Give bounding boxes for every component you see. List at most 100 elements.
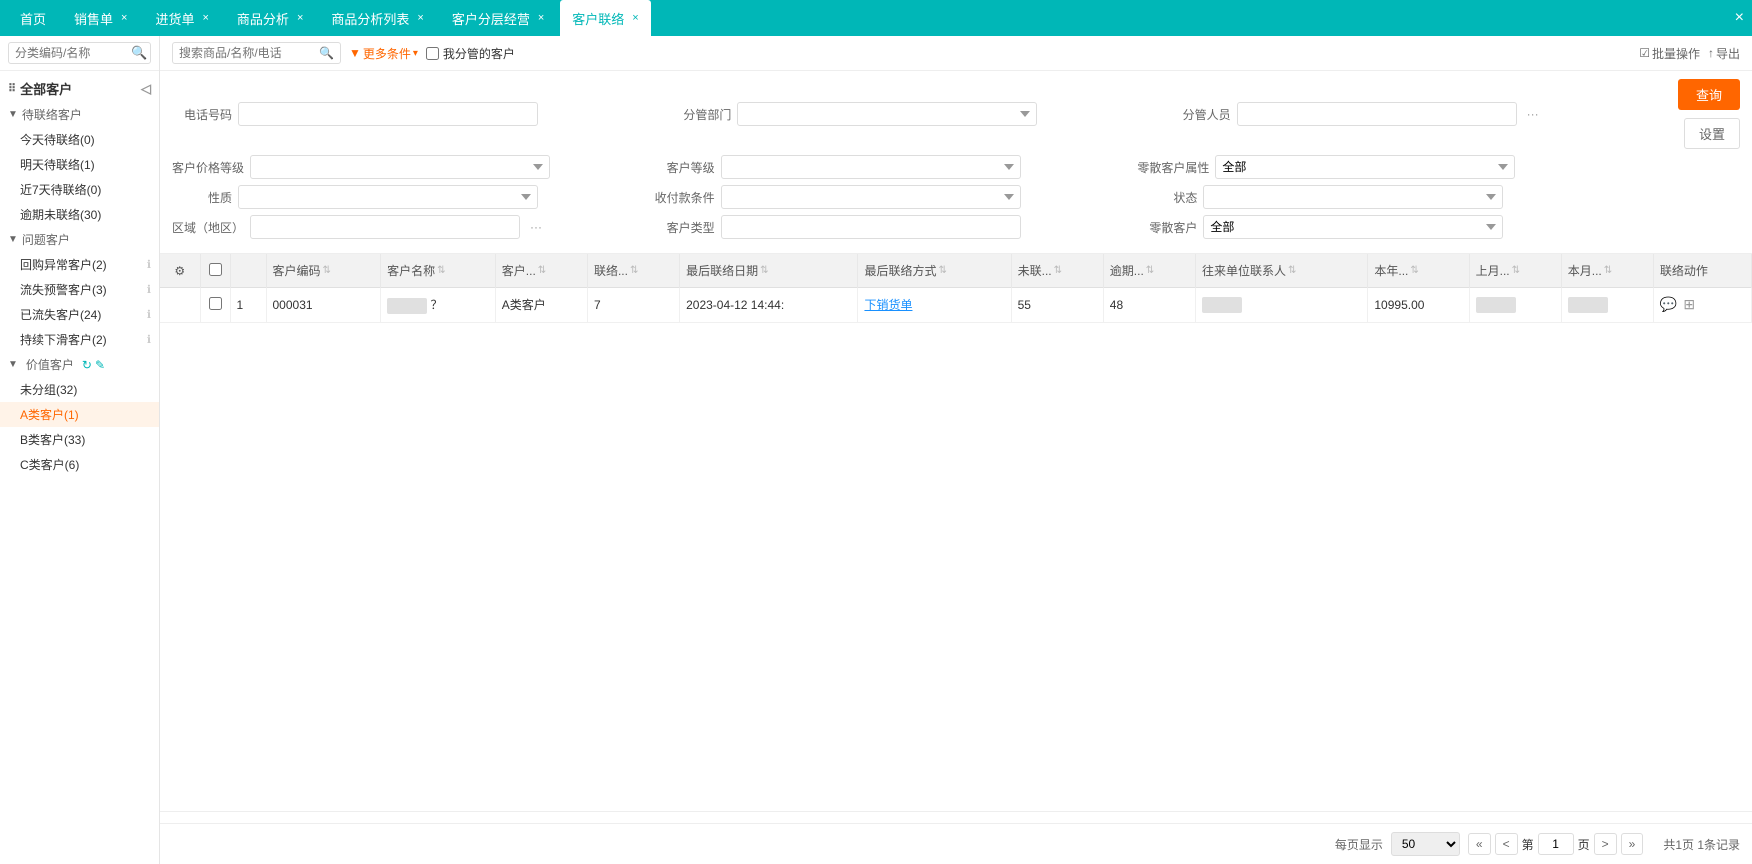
close-purchase-tab[interactable]: × (202, 12, 208, 24)
page-label: 第 (1522, 836, 1534, 853)
sidebar-item-class-c[interactable]: C类客户(6) (0, 452, 159, 477)
edit-group-icon[interactable]: ✎ (95, 358, 105, 372)
close-goods-analysis-list-tab[interactable]: × (417, 12, 423, 24)
manager-more-dots[interactable]: ··· (1523, 107, 1543, 121)
my-customers-check[interactable] (426, 47, 439, 60)
export-button[interactable]: ↑ 导出 (1708, 45, 1740, 62)
col-check-header (200, 254, 230, 288)
sidebar-item-7days-pending[interactable]: 近7天待联络(0) (0, 177, 159, 202)
next-page-button[interactable]: > (1594, 833, 1617, 855)
col-overdue[interactable]: 逾期...⇅ (1103, 254, 1195, 288)
sidebar-item-ungrouped[interactable]: 未分组(32) (0, 377, 159, 402)
refresh-icon[interactable]: ↻ (82, 358, 92, 372)
first-page-button[interactable]: « (1468, 833, 1491, 855)
filter-row-3: 性质 收付款条件 状态 (172, 185, 1740, 209)
col-code[interactable]: 客户编码⇅ (266, 254, 381, 288)
sidebar-search-input[interactable] (8, 42, 151, 64)
close-sales-tab[interactable]: × (121, 12, 127, 24)
query-button[interactable]: 查询 (1678, 79, 1740, 110)
col-unit-contacts[interactable]: 往来单位联系人⇅ (1195, 254, 1367, 288)
sort-this-year: ⇅ (1410, 265, 1418, 276)
sidebar-item-tomorrow-pending[interactable]: 明天待联络(1) (0, 152, 159, 177)
data-table-container: ⚙ 客户编码⇅ 客户名称⇅ 客户...⇅ (160, 254, 1752, 811)
col-rownum (230, 254, 266, 288)
manager-input[interactable] (1237, 102, 1517, 126)
prev-page-button[interactable]: < (1495, 833, 1518, 855)
dept-select[interactable] (737, 102, 1037, 126)
tab-customer-contact[interactable]: 客户联络 × (560, 0, 650, 36)
payment-terms-select[interactable] (721, 185, 1021, 209)
col-settings[interactable]: ⚙ (160, 254, 200, 288)
col-not-contact[interactable]: 未联...⇅ (1011, 254, 1103, 288)
sidebar-item-declining[interactable]: 持续下滑客户(2) ℹ (0, 327, 159, 352)
search-input[interactable] (179, 46, 319, 60)
filter-row-2: 客户价格等级 客户等级 零散客户属性 全部 (172, 155, 1740, 179)
tab-purchase[interactable]: 进货单 × (143, 0, 220, 36)
col-contacts[interactable]: 联络...⇅ (587, 254, 679, 288)
status-select[interactable] (1203, 185, 1503, 209)
tab-customer-tier[interactable]: 客户分层经营 × (440, 0, 556, 36)
col-last-contact-date[interactable]: 最后联络日期⇅ (680, 254, 858, 288)
col-last-contact-method[interactable]: 最后联络方式⇅ (858, 254, 1011, 288)
page-number-input[interactable] (1538, 833, 1574, 855)
group-value-customers[interactable]: ▼ 价值客户 ↻ ✎ (0, 352, 159, 377)
customer-tier-select[interactable] (721, 155, 1021, 179)
filter-row-1: 电话号码 分管部门 分管人员 ··· 查询 设置 (172, 79, 1740, 149)
customer-type-input[interactable] (721, 215, 1021, 239)
sidebar: 🔍 ⠿ 全部客户 ◁ ▼ 待联络客户 今天待联络(0) 明天待联络(1) 近7天… (0, 36, 160, 864)
sort-code: ⇅ (323, 265, 331, 276)
col-name[interactable]: 客户名称⇅ (381, 254, 496, 288)
search-button[interactable]: 🔍 (319, 46, 334, 60)
grid-action-icon[interactable]: ⊞ (1683, 296, 1695, 313)
per-page-select[interactable]: 2050100 (1391, 832, 1460, 856)
export-icon: ↑ (1708, 46, 1714, 60)
price-tier-select[interactable] (250, 155, 550, 179)
sidebar-item-churn-warning[interactable]: 流失预警客户(3) ℹ (0, 277, 159, 302)
close-all-button[interactable]: × (1735, 9, 1744, 27)
group-problem-customers[interactable]: ▼ 问题客户 (0, 227, 159, 252)
phone-input[interactable] (238, 102, 538, 126)
sidebar-item-churned[interactable]: 已流失客户(24) ℹ (0, 302, 159, 327)
region-input[interactable] (250, 215, 520, 239)
all-customers-label[interactable]: 全部客户 (20, 79, 72, 98)
total-records-text: 共1页 1条记录 (1663, 836, 1740, 853)
batch-operation-button[interactable]: ☑ 批量操作 (1639, 45, 1700, 62)
retail-attr-select[interactable]: 全部 (1215, 155, 1515, 179)
close-goods-analysis-tab[interactable]: × (297, 12, 303, 24)
settings-button[interactable]: 设置 (1684, 118, 1740, 149)
my-customers-checkbox[interactable]: 我分管的客户 (426, 45, 515, 62)
sidebar-item-overdue-contact[interactable]: 逾期未联络(30) (0, 202, 159, 227)
sidebar-item-class-b[interactable]: B类客户(33) (0, 427, 159, 452)
col-this-month[interactable]: 本月...⇅ (1561, 254, 1653, 288)
sidebar-item-repurchase-abnormal[interactable]: 回购异常客户(2) ℹ (0, 252, 159, 277)
more-conditions-button[interactable]: ▼ 更多条件 ▾ (349, 45, 418, 62)
horizontal-scrollbar[interactable] (160, 811, 1752, 823)
row-checkbox[interactable] (209, 297, 222, 310)
close-customer-tier-tab[interactable]: × (538, 12, 544, 24)
tab-goods-analysis-list[interactable]: 商品分析列表 × (319, 0, 435, 36)
sidebar-search-icon[interactable]: 🔍 (131, 45, 147, 61)
sidebar-item-today-pending[interactable]: 今天待联络(0) (0, 127, 159, 152)
filter-icon: ▼ (349, 46, 361, 60)
group-pending-contact[interactable]: ▼ 待联络客户 (0, 102, 159, 127)
last-page-button[interactable]: » (1621, 833, 1644, 855)
retail-customer-select[interactable]: 全部 (1203, 215, 1503, 239)
grid-dots-icon: ⠿ (8, 82, 16, 95)
region-more-dots[interactable]: ··· (526, 220, 546, 234)
tab-goods-analysis[interactable]: 商品分析 × (225, 0, 315, 36)
tab-home[interactable]: 首页 (8, 0, 58, 36)
price-tier-label: 客户价格等级 (172, 159, 244, 176)
col-last-month[interactable]: 上月...⇅ (1469, 254, 1561, 288)
sidebar-item-class-a[interactable]: A类客户(1) (0, 402, 159, 427)
chat-action-icon[interactable]: 💬 (1660, 296, 1677, 313)
nature-select[interactable] (238, 185, 538, 209)
select-all-checkbox[interactable] (209, 263, 222, 276)
close-customer-contact-tab[interactable]: × (632, 12, 638, 24)
sidebar-collapse-icon[interactable]: ◁ (141, 81, 151, 97)
pagination: 每页显示 2050100 « < 第 页 > » 共1页 1条记录 (160, 823, 1752, 864)
col-this-year[interactable]: 本年...⇅ (1368, 254, 1469, 288)
last-method-link[interactable]: 下销货单 (864, 298, 912, 312)
tab-sales[interactable]: 销售单 × (62, 0, 139, 36)
col-category[interactable]: 客户...⇅ (495, 254, 587, 288)
top-nav: 首页 销售单 × 进货单 × 商品分析 × 商品分析列表 × 客户分层经营 × … (0, 0, 1752, 36)
